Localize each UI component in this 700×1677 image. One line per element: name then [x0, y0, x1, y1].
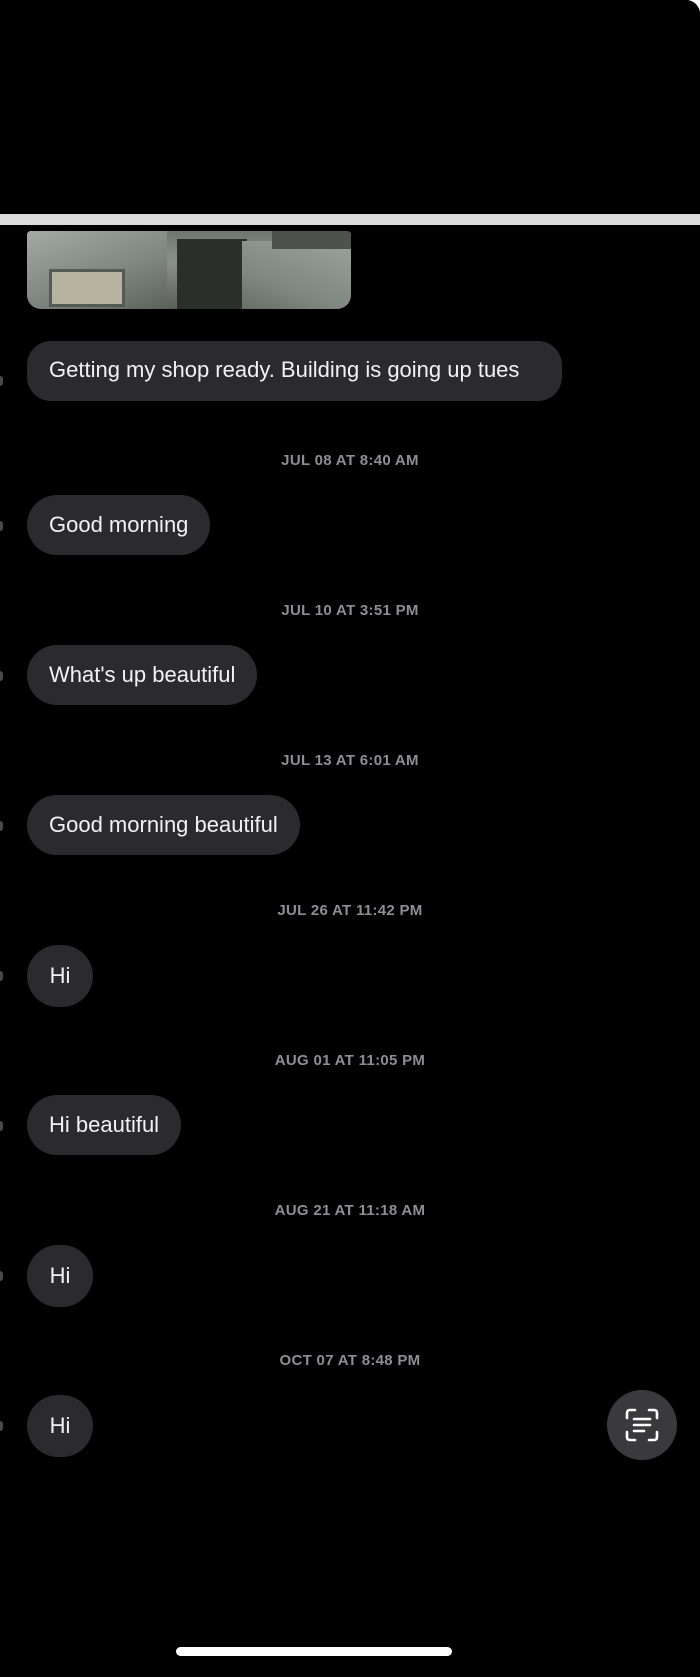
message-text: Hi	[49, 1263, 71, 1288]
avatar-edge	[0, 671, 3, 681]
message-bubble[interactable]: Hi	[27, 1395, 93, 1457]
avatar-edge	[0, 971, 3, 981]
message-text: Good morning	[49, 512, 189, 537]
bottom-blank-area	[0, 1463, 700, 1677]
message-bubble[interactable]: Good morning beautiful	[27, 795, 300, 855]
message-text: Good morning beautiful	[49, 812, 278, 837]
avatar-edge	[0, 521, 3, 531]
timestamp: AUG 01 AT 11:05 PM	[274, 1052, 426, 1069]
message-bubble[interactable]: Good morning	[27, 495, 211, 555]
timestamp: JUL 26 AT 11:42 PM	[277, 902, 423, 919]
avatar-edge	[0, 1421, 3, 1431]
avatar-edge	[0, 1271, 3, 1281]
message-bubble[interactable]: Getting my shop ready. Building is going…	[27, 341, 562, 401]
photo-top-part	[272, 231, 351, 249]
avatar-edge	[0, 376, 3, 386]
message-bubble[interactable]: Hi beautiful	[27, 1095, 182, 1155]
home-indicator[interactable]	[176, 1647, 452, 1656]
timestamp: JUL 10 AT 3:51 PM	[281, 602, 419, 619]
timestamp: JUL 08 AT 8:40 AM	[281, 452, 419, 469]
timestamp: AUG 21 AT 11:18 AM	[274, 1202, 426, 1219]
screenshot-screen: Getting my shop ready. Building is going…	[0, 0, 700, 1677]
message-bubble[interactable]: Hi	[27, 945, 93, 1007]
photo-machine-right	[242, 241, 351, 309]
message-text: What's up beautiful	[49, 662, 236, 687]
timestamp: JUL 13 AT 6:01 AM	[281, 752, 419, 769]
photo-nameplate	[49, 269, 125, 307]
message-text: Hi beautiful	[49, 1112, 160, 1137]
live-text-scan-button[interactable]	[607, 1390, 677, 1460]
message-text: Getting my shop ready. Building is going…	[49, 357, 520, 382]
message-text: Hi	[49, 963, 71, 988]
avatar-edge	[0, 821, 3, 831]
top-blank-area	[0, 0, 700, 214]
photo-shadow	[177, 239, 247, 309]
timestamp: OCT 07 AT 8:48 PM	[279, 1352, 421, 1369]
message-thread[interactable]: Getting my shop ready. Building is going…	[0, 225, 700, 1463]
message-bubble[interactable]: What's up beautiful	[27, 645, 258, 705]
message-text: Hi	[49, 1413, 71, 1438]
divider-bar	[0, 214, 700, 225]
message-bubble[interactable]: Hi	[27, 1245, 93, 1307]
photo-message[interactable]	[27, 231, 351, 309]
live-text-scan-icon	[625, 1408, 659, 1442]
avatar-edge	[0, 1121, 3, 1131]
